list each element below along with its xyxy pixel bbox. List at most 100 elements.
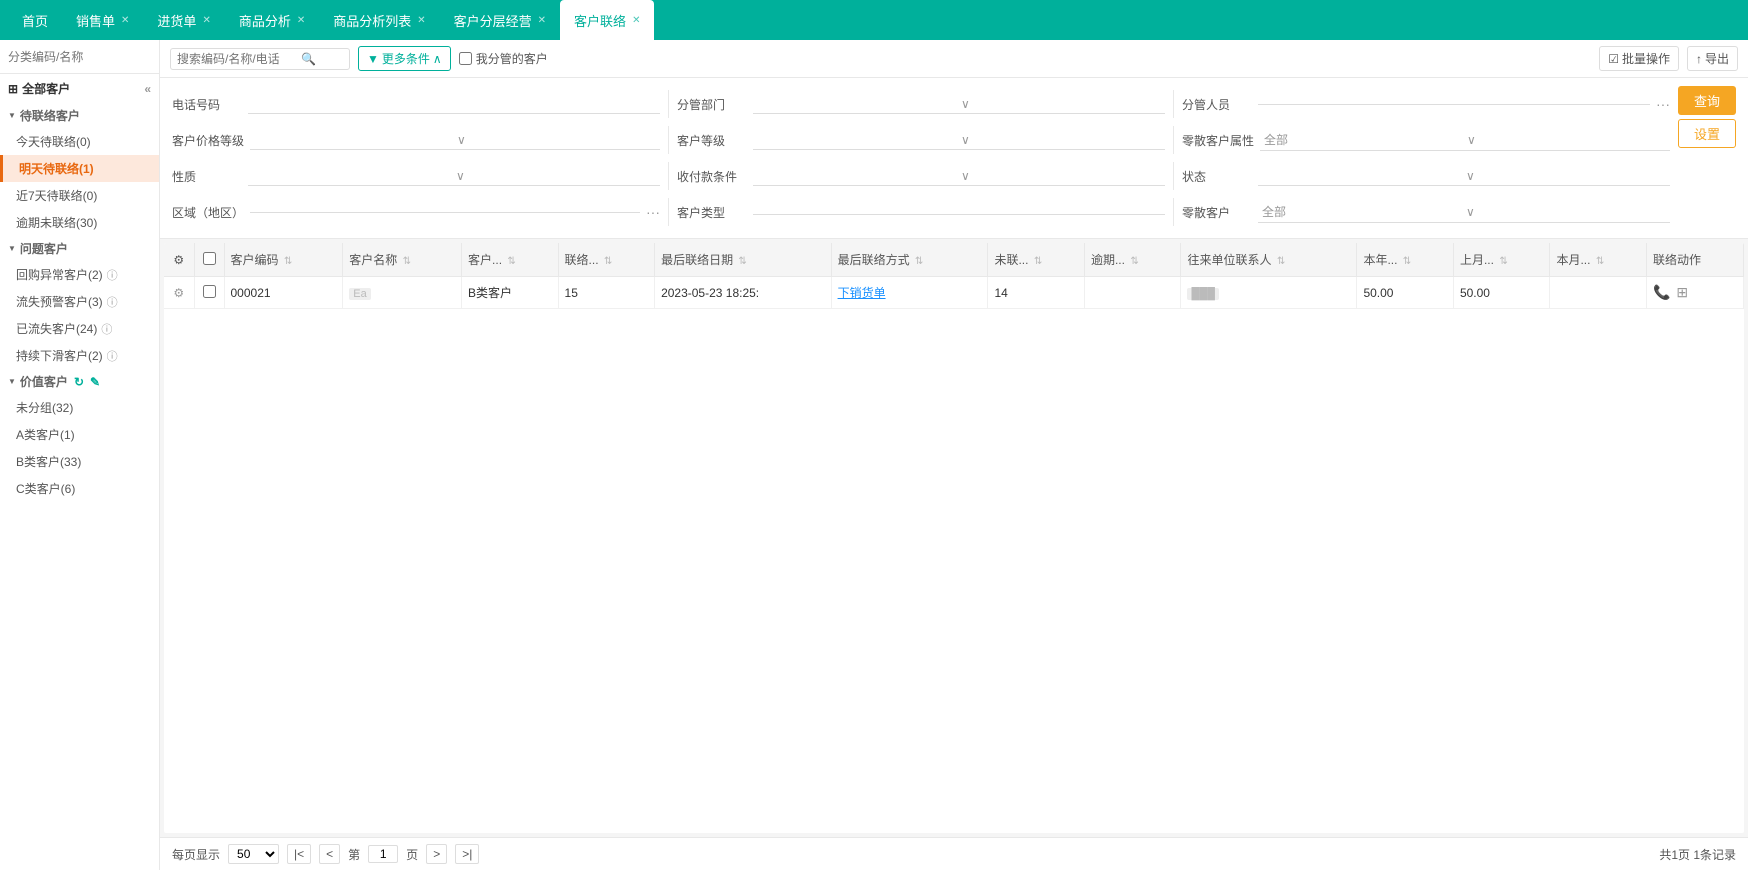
query-button[interactable]: 查询: [1678, 86, 1736, 115]
filter-panel: 电话号码 分管部门 ∨ 分管人员: [160, 78, 1748, 239]
nav-product-analysis[interactable]: 商品分析 ✕: [225, 0, 319, 40]
last-method-link[interactable]: 下销货单: [838, 286, 886, 300]
th-gear: ⚙: [164, 243, 194, 277]
sort-icon[interactable]: ⇅: [1596, 256, 1604, 267]
dots-btn[interactable]: ···: [1656, 96, 1670, 112]
page-label: 第: [348, 846, 360, 863]
sidebar-item-repurchase[interactable]: 回购异常客户(2) ⓘ: [0, 261, 159, 288]
more-icon[interactable]: ⊞: [1676, 284, 1688, 301]
sidebar-group-pending[interactable]: ▼ 待联络客户: [0, 103, 159, 128]
sidebar-group-value[interactable]: ▼ 价值客户 ↻ ✎: [0, 369, 159, 394]
last-page-btn[interactable]: >|: [455, 844, 479, 864]
sidebar-item-c-class[interactable]: C类客户(6): [0, 475, 159, 502]
sidebar-item-ungrouped[interactable]: 未分组(32): [0, 394, 159, 421]
th-last-method: 最后联络方式 ⇅: [831, 243, 988, 277]
filter-dept-select[interactable]: ∨: [753, 95, 1165, 114]
info-icon: ⓘ: [101, 321, 112, 337]
sort-icon[interactable]: ⇅: [1277, 256, 1285, 267]
export-btn[interactable]: ↑ 导出: [1687, 46, 1738, 71]
page-number-input[interactable]: [368, 845, 398, 863]
filter-nature-select[interactable]: ∨: [248, 167, 660, 186]
search-input[interactable]: [177, 52, 297, 66]
info-icon: ⓘ: [107, 267, 118, 283]
filter-price-level-select[interactable]: ∨: [250, 131, 660, 150]
my-customers-checkbox[interactable]: 我分管的客户: [459, 50, 548, 67]
sort-icon[interactable]: ⇅: [507, 256, 515, 267]
sidebar-item-tomorrow[interactable]: 明天待联络(1): [0, 155, 159, 182]
sort-icon[interactable]: ⇅: [1403, 256, 1411, 267]
table-row: ⚙ 000021 Ea B类客户 15 2023-05-23 18:25: 下销…: [164, 277, 1744, 309]
nav-sales[interactable]: 销售单 ✕: [62, 0, 143, 40]
nav-purchase[interactable]: 进货单 ✕: [143, 0, 224, 40]
sidebar-item-a-class[interactable]: A类客户(1): [0, 421, 159, 448]
filter-customer-type: 客户类型: [677, 204, 1165, 221]
next-page-btn[interactable]: >: [426, 844, 447, 864]
search-icon[interactable]: 🔍: [301, 52, 316, 66]
th-checkbox: [194, 243, 224, 277]
collapse-icon[interactable]: «: [144, 82, 151, 96]
sidebar: 🔍 ⊞ 全部客户 « ▼ 待联络客户 今天待联络(0) 明天待联络(1) 近7天…: [0, 40, 160, 870]
filter-more-btn[interactable]: ▼ 更多条件 ∧: [358, 46, 451, 71]
per-page-select[interactable]: 50 100 200: [228, 844, 279, 864]
sort-icon[interactable]: ⇅: [1130, 256, 1138, 267]
td-contact-person: ███: [1181, 277, 1357, 309]
sidebar-item-declining[interactable]: 持续下滑客户(2) ⓘ: [0, 342, 159, 369]
filter-customer-type-select[interactable]: [753, 210, 1165, 215]
sidebar-item-churn-warning[interactable]: 流失预警客户(3) ⓘ: [0, 288, 159, 315]
triangle-icon: ▼: [8, 377, 16, 386]
close-icon[interactable]: ✕: [202, 15, 210, 26]
filter-payment-select[interactable]: ∨: [753, 167, 1165, 186]
filter-customer-level-select[interactable]: ∨: [753, 131, 1165, 150]
first-page-btn[interactable]: |<: [287, 844, 311, 864]
settings-button[interactable]: 设置: [1678, 119, 1736, 148]
close-icon[interactable]: ✕: [417, 15, 425, 26]
nav-product-analysis-list[interactable]: 商品分析列表 ✕: [319, 0, 439, 40]
page-suffix: 页: [406, 846, 418, 863]
phone-icon[interactable]: 📞: [1653, 284, 1670, 301]
filter-price-level: 客户价格等级 ∨: [172, 131, 660, 150]
filter-scatter-label: 零散客户: [1182, 204, 1252, 221]
sidebar-all-customers[interactable]: ⊞ 全部客户 «: [0, 74, 159, 103]
sidebar-search-input[interactable]: [8, 50, 160, 64]
nav-customer-segment[interactable]: 客户分层经营 ✕: [440, 0, 560, 40]
sidebar-item-b-class[interactable]: B类客户(33): [0, 448, 159, 475]
chevron-down-icon: ∨: [1466, 205, 1666, 219]
refresh-icon[interactable]: ↻: [74, 375, 84, 389]
prev-page-btn[interactable]: <: [319, 844, 340, 864]
dots-btn[interactable]: ···: [646, 204, 660, 220]
sort-icon[interactable]: ⇅: [1034, 256, 1042, 267]
filter-row-2: 客户价格等级 ∨ 客户等级 ∨: [172, 122, 1670, 158]
sidebar-group-problem[interactable]: ▼ 问题客户: [0, 236, 159, 261]
filter-status-select[interactable]: ∨: [1258, 167, 1670, 186]
sort-icon[interactable]: ⇅: [1499, 256, 1507, 267]
sort-icon[interactable]: ⇅: [284, 256, 292, 267]
td-name: Ea: [343, 277, 462, 309]
th-contact-count: 联络... ⇅: [558, 243, 655, 277]
th-this-year: 本年... ⇅: [1357, 243, 1454, 277]
batch-op-btn[interactable]: ☑ 批量操作: [1599, 46, 1679, 71]
content-area: 🔍 ▼ 更多条件 ∧ 我分管的客户 ☑ 批量操作 ↑ 导出: [160, 40, 1748, 870]
edit-icon[interactable]: ✎: [90, 375, 100, 389]
my-customers-check[interactable]: [459, 52, 472, 65]
sidebar-item-today[interactable]: 今天待联络(0): [0, 128, 159, 155]
sort-icon[interactable]: ⇅: [604, 256, 612, 267]
nav-home[interactable]: 首页: [8, 0, 62, 40]
close-icon[interactable]: ✕: [538, 15, 546, 26]
select-all-checkbox[interactable]: [203, 252, 216, 265]
row-checkbox[interactable]: [203, 285, 216, 298]
td-last-date: 2023-05-23 18:25:: [655, 277, 832, 309]
close-icon[interactable]: ✕: [632, 15, 640, 26]
close-icon[interactable]: ✕: [297, 15, 305, 26]
filter-scatter-select[interactable]: 全部 ∨: [1258, 201, 1670, 223]
sidebar-item-overdue[interactable]: 逾期未联络(30): [0, 209, 159, 236]
nav-customer-contact[interactable]: 客户联络 ✕: [560, 0, 654, 40]
sort-icon[interactable]: ⇅: [915, 256, 923, 267]
chevron-down-icon: ∨: [1466, 169, 1666, 183]
sidebar-item-churned[interactable]: 已流失客户(24) ⓘ: [0, 315, 159, 342]
close-icon[interactable]: ✕: [121, 15, 129, 26]
sort-icon[interactable]: ⇅: [738, 256, 746, 267]
filter-scatter-attr-select[interactable]: 全部 ∨: [1260, 129, 1670, 151]
filter-phone-input[interactable]: [248, 95, 660, 114]
sort-icon[interactable]: ⇅: [403, 256, 411, 267]
sidebar-item-7days[interactable]: 近7天待联络(0): [0, 182, 159, 209]
